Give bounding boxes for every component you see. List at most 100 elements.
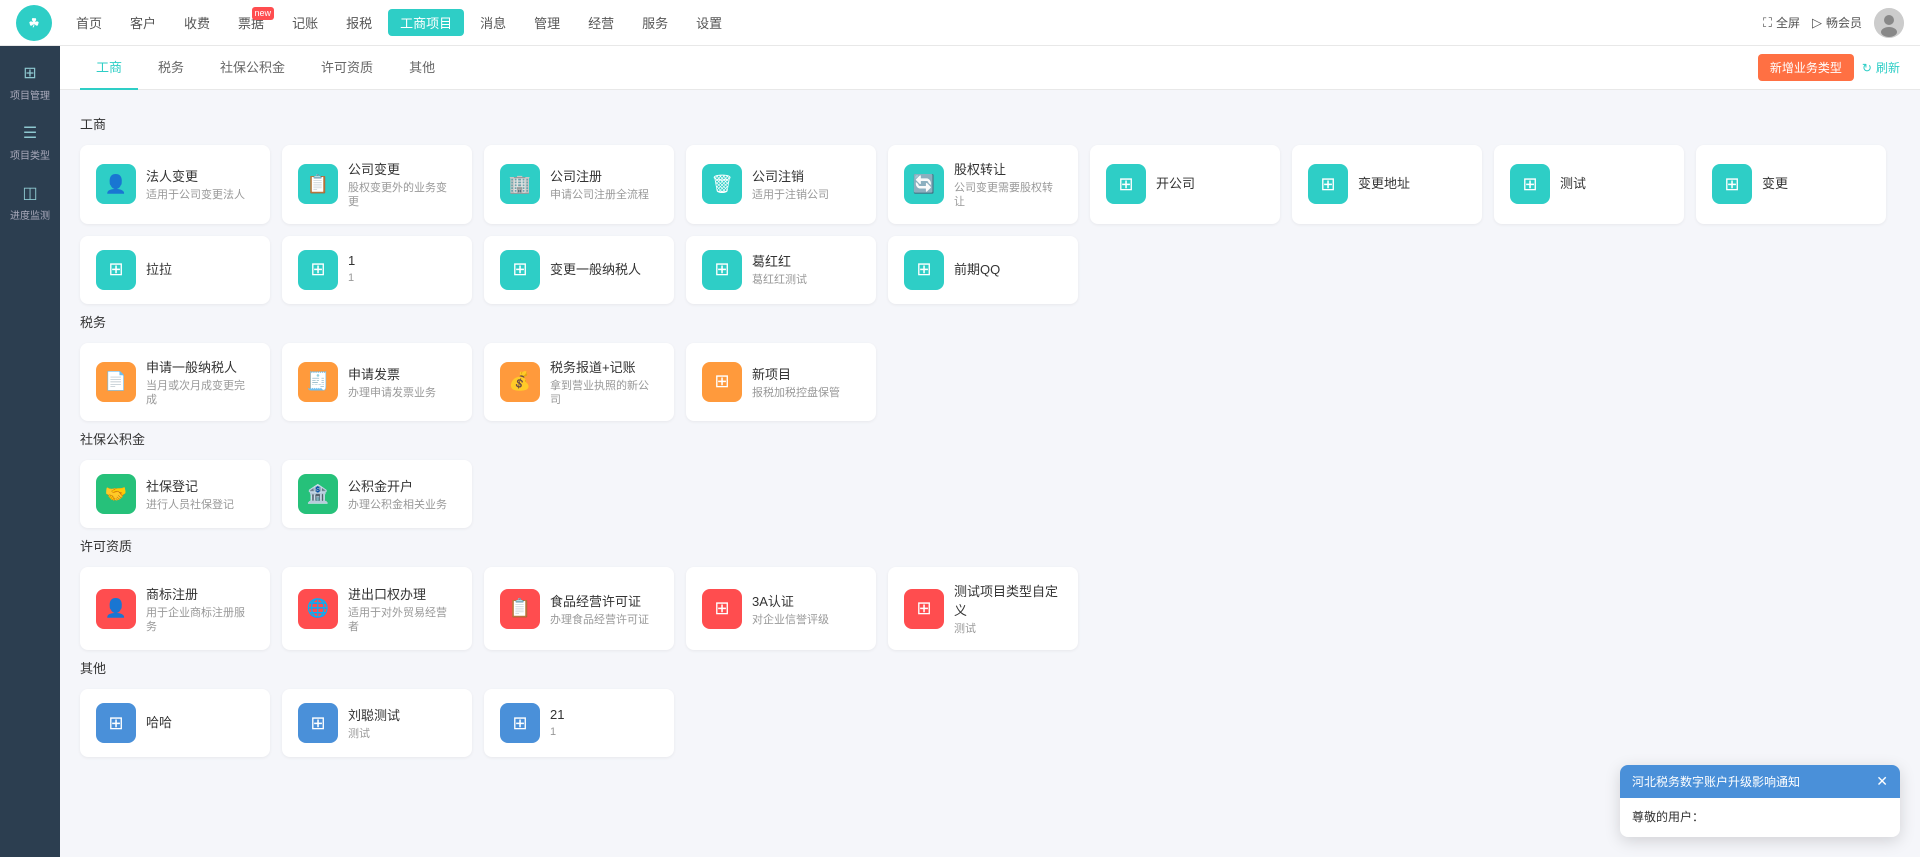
card-变更地址[interactable]: ⊞ 变更地址: [1292, 145, 1482, 224]
card-3A认证[interactable]: ⊞3A认证对企业信誉评级: [686, 567, 876, 650]
card-新项目[interactable]: ⊞新项目报税加税控盘保管: [686, 343, 876, 422]
card-icon-法人变更: 👤: [96, 164, 136, 204]
nav-item-消息[interactable]: 消息: [468, 9, 518, 36]
card-公积金开户[interactable]: 🏦公积金开户办理公积金相关业务: [282, 460, 472, 528]
card-1[interactable]: ⊞11: [282, 236, 472, 304]
card-icon-变更地址: ⊞: [1308, 164, 1348, 204]
vip-btn[interactable]: ▷ 畅会员: [1812, 14, 1862, 31]
section-title-许可资质: 许可资质: [80, 536, 1900, 555]
notification-header: 河北税务数字账户升级影响通知 ✕: [1620, 765, 1900, 798]
card-测试[interactable]: ⊞测试: [1494, 145, 1684, 224]
card-变更[interactable]: ⊞变更: [1696, 145, 1886, 224]
fullscreen-btn[interactable]: ⛶ 全屏: [1763, 14, 1800, 31]
nav-item-客户[interactable]: 客户: [118, 9, 168, 36]
card-进出口权办理[interactable]: 🌐进出口权办理适用于对外贸易经营者: [282, 567, 472, 650]
sidebar-icon-0: ⊞: [19, 62, 41, 84]
card-text-食品经营许可证: 食品经营许可证办理食品经营许可证: [550, 591, 649, 627]
card-desc-text: 办理食品经营许可证: [550, 613, 649, 627]
card-拉拉[interactable]: ⊞拉拉: [80, 236, 270, 304]
nav-item-首页[interactable]: 首页: [64, 9, 114, 36]
refresh-button[interactable]: ↻ 刷新: [1862, 59, 1900, 76]
card-title-text: 刘聪测试: [348, 705, 400, 724]
card-text-前期QQ: 前期QQ: [954, 259, 1000, 281]
tab-其他[interactable]: 其他: [393, 45, 451, 90]
sidebar-icon-1: ☰: [19, 122, 41, 144]
card-icon-公司变更: 📋: [298, 164, 338, 204]
card-icon-1: ⊞: [298, 250, 338, 290]
tab-社保公积金[interactable]: 社保公积金: [204, 45, 301, 90]
card-icon-拉拉: ⊞: [96, 250, 136, 290]
card-21[interactable]: ⊞211: [484, 689, 674, 757]
card-公司注册[interactable]: 🏢公司注册申请公司注册全流程: [484, 145, 674, 224]
card-社保登记[interactable]: 🤝社保登记进行人员社保登记: [80, 460, 270, 528]
card-税务报道+记账[interactable]: 💰税务报道+记账拿到营业执照的新公司: [484, 343, 674, 422]
avatar[interactable]: [1874, 8, 1904, 38]
tab-bar: 工商税务社保公积金许可资质其他 新增业务类型 ↻ 刷新: [60, 46, 1920, 90]
card-股权转让[interactable]: 🔄股权转让公司变更需要股权转让: [888, 145, 1078, 224]
app-logo: ☘: [16, 5, 52, 41]
card-公司注销[interactable]: 🗑公司注销适用于注销公司: [686, 145, 876, 224]
sidebar-item-进度监测[interactable]: ◫进度监测: [2, 174, 58, 230]
card-title-text: 股权转让: [954, 159, 1062, 178]
sidebar-item-项目管理[interactable]: ⊞项目管理: [2, 54, 58, 110]
card-刘聪测试[interactable]: ⊞刘聪测试测试: [282, 689, 472, 757]
notification-close-button[interactable]: ✕: [1876, 773, 1888, 790]
card-变更一般纳税人[interactable]: ⊞变更一般纳税人: [484, 236, 674, 304]
card-text-公司变更: 公司变更股权变更外的业务变更: [348, 159, 456, 210]
tab-税务[interactable]: 税务: [142, 45, 200, 90]
nav-item-管理[interactable]: 管理: [522, 9, 572, 36]
new-type-button[interactable]: 新增业务类型: [1758, 54, 1854, 81]
card-icon-公积金开户: 🏦: [298, 474, 338, 514]
card-text-测试项目类型自定义: 测试项目类型自定义测试: [954, 581, 1062, 636]
card-title-text: 税务报道+记账: [550, 357, 658, 376]
nav-item-票据[interactable]: 票据new: [226, 9, 276, 36]
notification-title: 河北税务数字账户升级影响通知: [1632, 773, 1800, 790]
nav-item-报税[interactable]: 报税: [334, 9, 384, 36]
card-desc-text: 葛红红测试: [752, 273, 807, 287]
card-开公司[interactable]: ⊞开公司: [1090, 145, 1280, 224]
card-title-text: 进出口权办理: [348, 584, 456, 603]
tab-工商[interactable]: 工商: [80, 45, 138, 90]
card-icon-3A认证: ⊞: [702, 589, 742, 629]
card-icon-葛红红: ⊞: [702, 250, 742, 290]
card-text-测试: 测试: [1560, 173, 1586, 195]
refresh-icon: ↻: [1862, 61, 1872, 75]
card-title-text: 3A认证: [752, 591, 829, 610]
card-测试项目类型自定义[interactable]: ⊞测试项目类型自定义测试: [888, 567, 1078, 650]
tab-许可资质[interactable]: 许可资质: [305, 45, 389, 90]
nav-item-服务[interactable]: 服务: [630, 9, 680, 36]
nav-item-经营[interactable]: 经营: [576, 9, 626, 36]
card-申请一般纳税人[interactable]: 📄申请一般纳税人当月或次月成变更完成: [80, 343, 270, 422]
card-text-变更一般纳税人: 变更一般纳税人: [550, 259, 641, 281]
card-title-text: 21: [550, 707, 564, 722]
card-商标注册[interactable]: 👤商标注册用于企业商标注册服务: [80, 567, 270, 650]
card-icon-社保登记: 🤝: [96, 474, 136, 514]
badge-new: new: [252, 7, 275, 20]
sidebar-item-项目类型[interactable]: ☰项目类型: [2, 114, 58, 170]
card-食品经营许可证[interactable]: 📋食品经营许可证办理食品经营许可证: [484, 567, 674, 650]
card-text-公司注销: 公司注销适用于注销公司: [752, 166, 829, 202]
card-text-股权转让: 股权转让公司变更需要股权转让: [954, 159, 1062, 210]
card-哈哈[interactable]: ⊞哈哈: [80, 689, 270, 757]
nav-item-工商项目[interactable]: 工商项目: [388, 9, 464, 36]
card-desc-text: 1: [550, 725, 564, 739]
card-text-葛红红: 葛红红葛红红测试: [752, 251, 807, 287]
card-icon-股权转让: 🔄: [904, 164, 944, 204]
card-desc-text: 测试: [954, 622, 1062, 636]
card-icon-进出口权办理: 🌐: [298, 589, 338, 629]
card-法人变更[interactable]: 👤法人变更适用于公司变更法人: [80, 145, 270, 224]
nav-item-收费[interactable]: 收费: [172, 9, 222, 36]
cards-grid-工商: 👤法人变更适用于公司变更法人📋公司变更股权变更外的业务变更🏢公司注册申请公司注册…: [80, 145, 1900, 304]
card-申请发票[interactable]: 🧾申请发票办理申请发票业务: [282, 343, 472, 422]
nav-item-记账[interactable]: 记账: [280, 9, 330, 36]
card-title-text: 商标注册: [146, 584, 254, 603]
card-icon-商标注册: 👤: [96, 589, 136, 629]
card-text-变更地址: 变更地址: [1358, 173, 1410, 195]
card-title-text: 变更一般纳税人: [550, 259, 641, 278]
card-公司变更[interactable]: 📋公司变更股权变更外的业务变更: [282, 145, 472, 224]
card-title-text: 葛红红: [752, 251, 807, 270]
card-葛红红[interactable]: ⊞ 葛红红葛红红测试: [686, 236, 876, 304]
card-icon-哈哈: ⊞: [96, 703, 136, 743]
nav-item-设置[interactable]: 设置: [684, 9, 734, 36]
card-前期QQ[interactable]: ⊞前期QQ: [888, 236, 1078, 304]
